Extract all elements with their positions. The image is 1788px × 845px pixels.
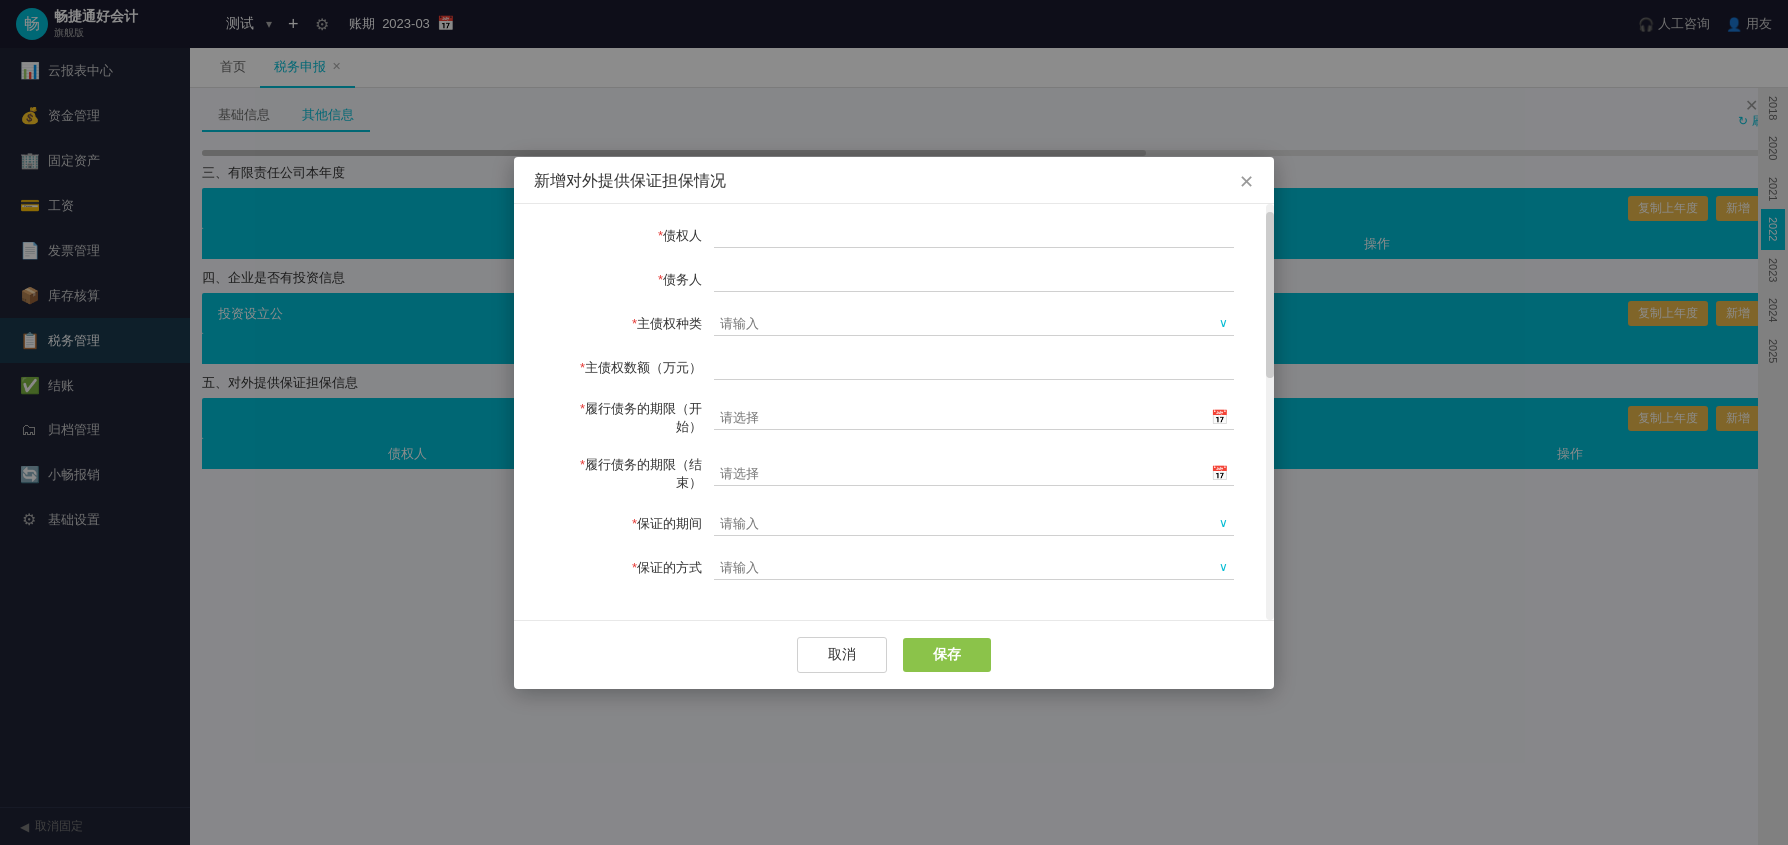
date-period-start[interactable]: 📅 bbox=[714, 406, 1234, 430]
select-guarantee-method[interactable]: ∨ bbox=[714, 556, 1234, 580]
modal-dialog: 新增对外提供保证担保情况 ✕ *债权人 *债务人 bbox=[514, 157, 1274, 689]
calendar-start-icon[interactable]: 📅 bbox=[1205, 409, 1234, 425]
chevron-down-icon3[interactable]: ∨ bbox=[1213, 560, 1234, 574]
form-row-creditor: *债权人 bbox=[554, 224, 1234, 248]
input-period-start[interactable] bbox=[714, 406, 1205, 429]
label-claim-type: *主债权种类 bbox=[554, 315, 714, 333]
input-claim-amount[interactable] bbox=[714, 356, 1234, 380]
input-guarantee-period[interactable] bbox=[714, 512, 1213, 535]
label-guarantee-period: *保证的期间 bbox=[554, 515, 714, 533]
input-debtor[interactable] bbox=[714, 268, 1234, 292]
modal-title: 新增对外提供保证担保情况 bbox=[534, 171, 726, 192]
select-guarantee-period[interactable]: ∨ bbox=[714, 512, 1234, 536]
calendar-end-icon[interactable]: 📅 bbox=[1205, 465, 1234, 481]
label-period-end: *履行债务的期限（结束） bbox=[554, 456, 714, 492]
input-claim-type[interactable] bbox=[714, 312, 1213, 335]
date-period-end[interactable]: 📅 bbox=[714, 462, 1234, 486]
input-guarantee-method[interactable] bbox=[714, 556, 1213, 579]
input-period-end[interactable] bbox=[714, 462, 1205, 485]
label-period-start: *履行债务的期限（开始） bbox=[554, 400, 714, 436]
form-row-guarantee-method: *保证的方式 ∨ bbox=[554, 556, 1234, 580]
modal-footer: 取消 保存 bbox=[514, 620, 1274, 689]
label-claim-amount: *主债权数额（万元） bbox=[554, 359, 714, 377]
form-row-guarantee-period: *保证的期间 ∨ bbox=[554, 512, 1234, 536]
modal-overlay: 新增对外提供保证担保情况 ✕ *债权人 *债务人 bbox=[0, 0, 1788, 845]
form-row-period-start: *履行债务的期限（开始） 📅 bbox=[554, 400, 1234, 436]
label-creditor: *债权人 bbox=[554, 227, 714, 245]
modal-close-button[interactable]: ✕ bbox=[1239, 171, 1254, 193]
modal-header: 新增对外提供保证担保情况 ✕ bbox=[514, 157, 1274, 204]
form-row-claim-amount: *主债权数额（万元） bbox=[554, 356, 1234, 380]
form-row-debtor: *债务人 bbox=[554, 268, 1234, 292]
label-guarantee-method: *保证的方式 bbox=[554, 559, 714, 577]
chevron-down-icon2[interactable]: ∨ bbox=[1213, 516, 1234, 530]
label-debtor: *债务人 bbox=[554, 271, 714, 289]
save-button[interactable]: 保存 bbox=[903, 638, 991, 672]
chevron-down-icon[interactable]: ∨ bbox=[1213, 316, 1234, 330]
modal-body: *债权人 *债务人 *主债权种类 ∨ bbox=[514, 204, 1274, 620]
cancel-button[interactable]: 取消 bbox=[797, 637, 887, 673]
form-row-claim-type: *主债权种类 ∨ bbox=[554, 312, 1234, 336]
select-claim-type[interactable]: ∨ bbox=[714, 312, 1234, 336]
input-creditor[interactable] bbox=[714, 224, 1234, 248]
form-row-period-end: *履行债务的期限（结束） 📅 bbox=[554, 456, 1234, 492]
